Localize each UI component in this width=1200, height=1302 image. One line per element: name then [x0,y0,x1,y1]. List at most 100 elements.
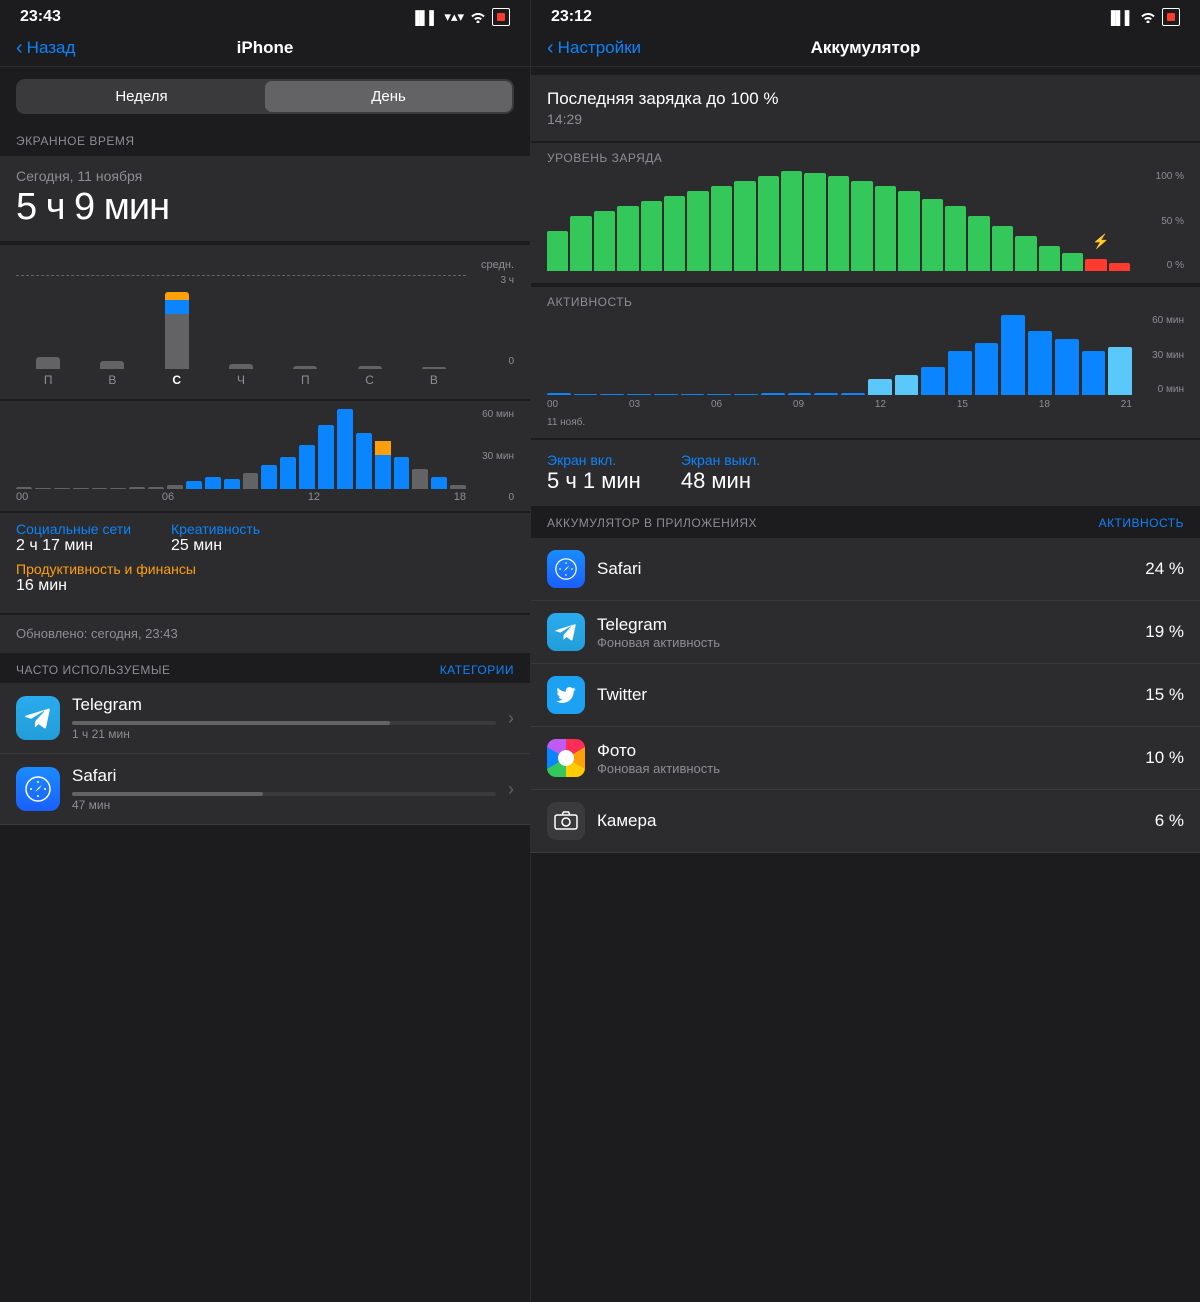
h-bar-1 [35,488,51,489]
act-y-60: 60 мин [1134,315,1184,326]
batt-app-row-telegram[interactable]: Telegram Фоновая активность 19 % [531,601,1200,664]
app-battery-action[interactable]: АКТИВНОСТЬ [1099,516,1184,530]
h-bar-7 [148,487,164,489]
photos-batt-sub: Фоновая активность [597,761,1133,776]
photos-batt-percent: 10 % [1145,748,1184,768]
batt-bar-1 [547,231,568,271]
batt-y-100: 100 % [1136,171,1184,182]
telegram-batt-sub: Фоновая активность [597,635,1133,650]
telegram-batt-percent: 19 % [1145,622,1184,642]
safari-app-info: Safari 47 мин [72,766,496,812]
right-nav-bar: ‹ Настройки Аккумулятор [531,30,1200,67]
app-battery-header: АККУМУЛЯТОР В ПРИЛОЖЕНИЯХ АКТИВНОСТЬ [531,508,1200,538]
camera-batt-percent: 6 % [1155,811,1184,831]
telegram-batt-name: Telegram [597,615,1133,635]
bar-label-ч: Ч [237,373,245,387]
twitter-batt-info: Twitter [597,685,1133,705]
hourly-y-axis: 60 мин 30 мин 0 [470,409,514,503]
avg-label: средн. [481,259,514,271]
batt-bar-9 [734,181,755,271]
batt-bar-13 [828,176,849,271]
last-charge-block: Последняя зарядка до 100 % 14:29 [531,75,1200,141]
battery-y-axis: 100 % 50 % 0 % [1136,171,1184,271]
camera-batt-name: Камера [597,811,1143,831]
app-row-telegram[interactable]: Telegram 1 ч 21 мин › [0,683,530,754]
h-bar-8 [167,485,183,489]
batt-bar-7 [687,191,708,271]
act-bar-11 [841,393,865,395]
activity-bars [547,315,1184,395]
screen-off-value: 48 мин [681,468,760,494]
telegram-app-icon [16,696,60,740]
h-bar-22 [431,477,447,489]
segment-week[interactable]: Неделя [18,81,265,112]
weekly-y-axis: 3 ч 0 [470,275,514,367]
batt-bar-21 [1015,236,1036,271]
left-nav-title: iPhone [237,38,294,58]
right-status-time: 23:12 [551,8,592,26]
act-y-0: 0 мин [1134,384,1184,395]
left-back-chevron-icon: ‹ [16,37,23,60]
batt-bar-12 [804,173,825,271]
updated-bar: Обновлено: сегодня, 23:43 [0,615,530,653]
batt-bar-5 [641,201,662,271]
act-bar-1 [574,394,598,395]
left-nav-bar: ‹ Назад iPhone [0,30,530,67]
batt-app-row-safari[interactable]: Safari 24 % [531,538,1200,601]
safari-app-time: 47 мин [72,798,496,812]
activity-chart-container: АКТИВНОСТЬ [531,287,1200,438]
h-bar-10 [205,477,221,489]
cat-row-2: Продуктивность и финансы 16 мин [16,561,514,595]
last-charge-time: 14:29 [547,111,1184,127]
batt-bar-19 [968,216,989,271]
act-x-12: 12 [875,399,886,410]
safari-batt-icon [547,550,585,588]
right-nav-title: Аккумулятор [811,38,921,58]
right-panel: 23:12 ▐▌▌ ‹ Настройки Аккумулятор Послед… [530,0,1200,1302]
bar-label-в1: В [108,373,116,387]
screen-on-value: 5 ч 1 мин [547,468,641,494]
act-bar-20 [1082,351,1106,395]
batt-app-row-photos[interactable]: Фото Фоновая активность 10 % [531,727,1200,790]
bar-label-п2: П [301,373,310,387]
screen-on-off-block: Экран вкл. 5 ч 1 мин Экран выкл. 48 мин [531,440,1200,506]
activity-x-labels: 00 03 06 09 12 15 18 21 [547,399,1184,410]
frequent-action[interactable]: КАТЕГОРИИ [440,663,514,677]
cat-creative-name: Креативность [171,521,260,537]
weekly-chart-container: средн. П В [0,245,530,399]
right-status-icons: ▐▌▌ [1106,8,1180,26]
frequent-label: ЧАСТО ИСПОЛЬЗУЕМЫЕ [16,663,171,677]
screen-time-total: 5 ч 9 мин [16,186,514,229]
batt-bar-20 [992,226,1013,271]
bar-label-с2: С [365,373,374,387]
h-bar-3 [73,488,89,489]
batt-app-row-camera[interactable]: Камера 6 % [531,790,1200,853]
batt-app-row-twitter[interactable]: Twitter 15 % [531,664,1200,727]
act-x-18: 18 [1039,399,1050,410]
twitter-batt-percent: 15 % [1145,685,1184,705]
left-status-icons: ▐▌▌ ▾▴▾ [411,8,510,26]
batt-y-50: 50 % [1136,216,1184,227]
right-back-chevron-icon: ‹ [547,37,554,60]
segment-day[interactable]: День [265,81,512,112]
hourly-x-12: 12 [308,491,320,503]
telegram-app-name: Telegram [72,695,496,715]
cat-productivity: Продуктивность и финансы 16 мин [16,561,196,595]
right-back-button[interactable]: ‹ Настройки [547,37,641,60]
hourly-chart-container: 60 мин 30 мин 0 00 06 12 18 [0,401,530,511]
batt-bar-3 [594,211,615,271]
batt-bar-14 [851,181,872,271]
act-bar-0 [547,393,571,395]
activity-date-label: 11 нояб. [547,412,1184,430]
right-back-label: Настройки [558,38,641,58]
left-back-button[interactable]: ‹ Назад [16,37,75,60]
y-label-3ч: 3 ч [470,275,514,286]
screen-off-stat: Экран выкл. 48 мин [681,452,760,494]
app-row-safari[interactable]: Safari 47 мин › [0,754,530,825]
signal-icon: ▐▌▌ [411,10,439,25]
camera-batt-info: Камера [597,811,1143,831]
right-signal-icon: ▐▌▌ [1106,10,1134,25]
act-x-15: 15 [957,399,968,410]
batt-bar-18 [945,206,966,271]
batt-bar-16 [898,191,919,271]
